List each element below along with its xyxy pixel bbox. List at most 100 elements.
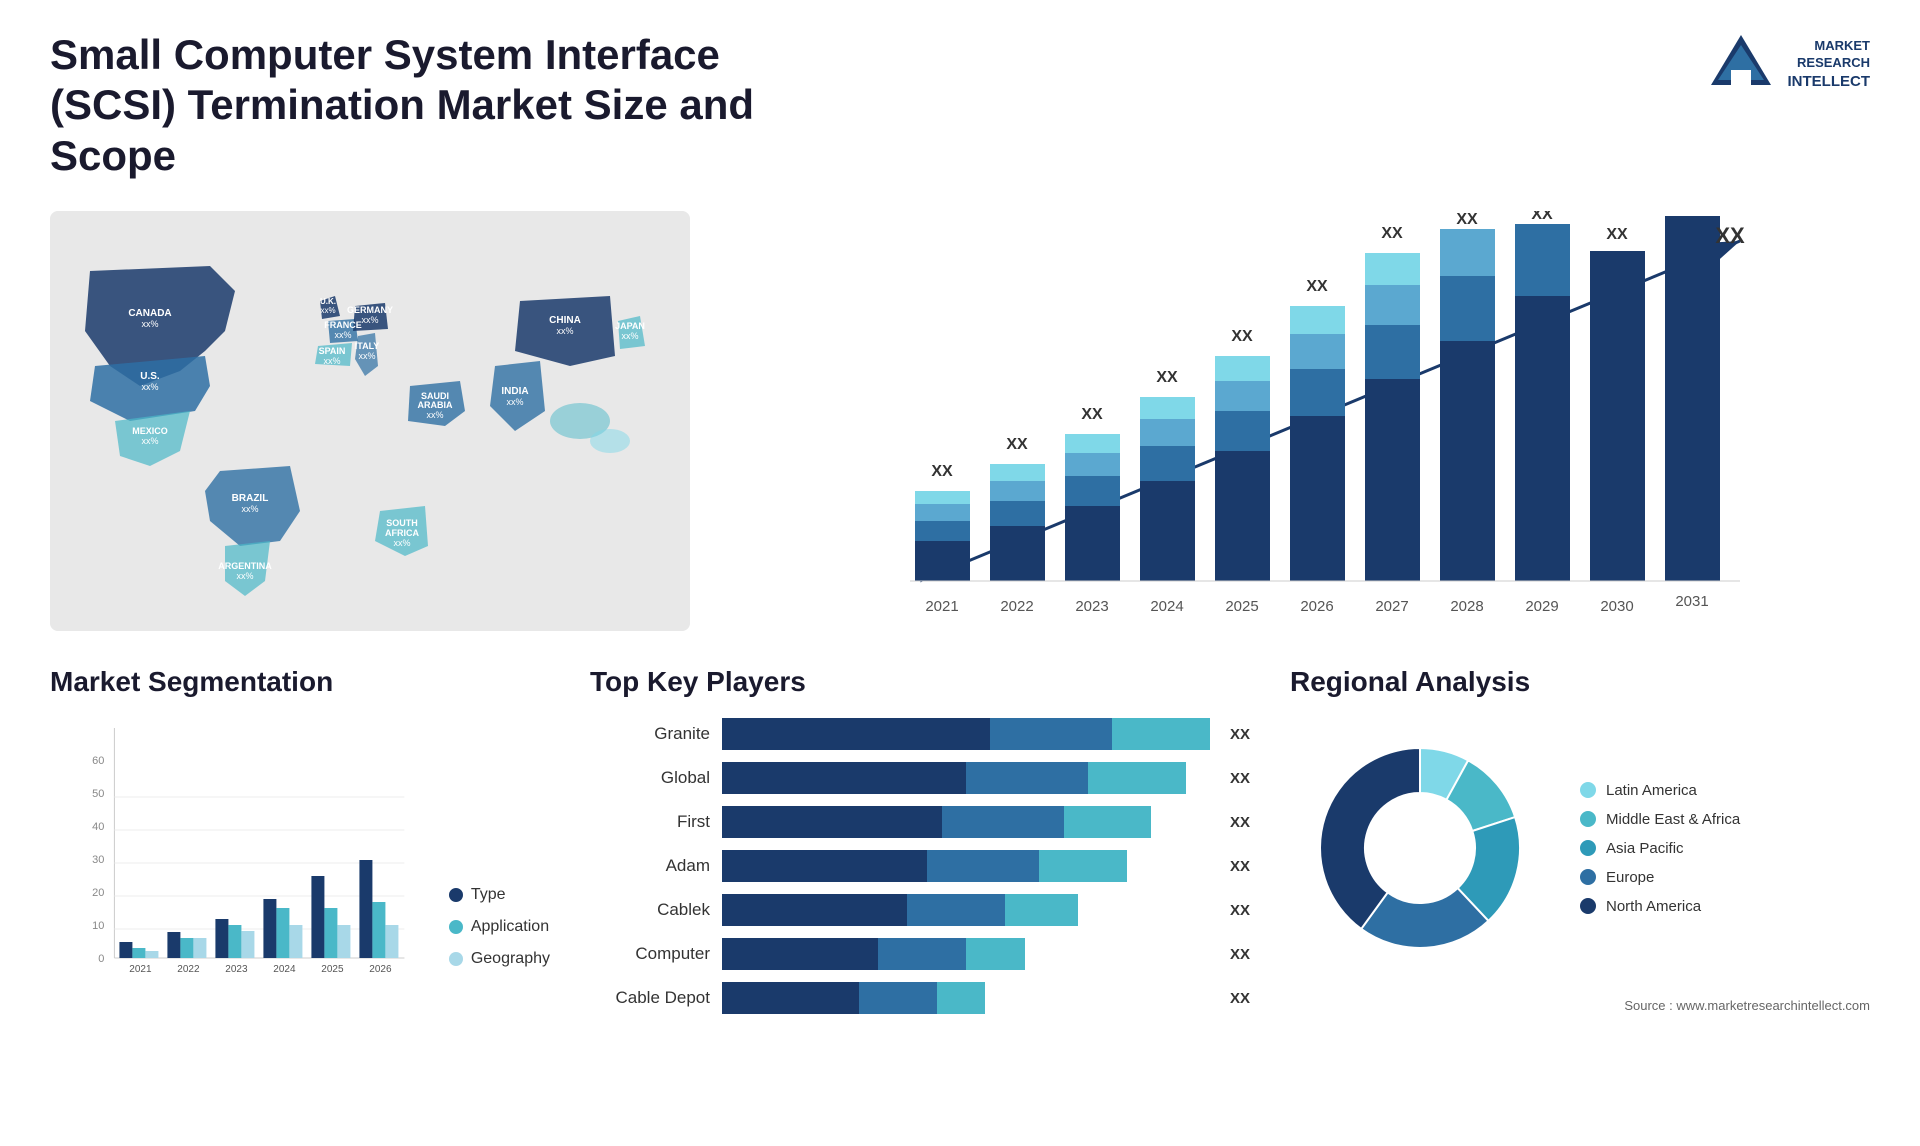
player-bar-container <box>722 850 1210 882</box>
player-bar-segment-2 <box>942 806 1064 838</box>
svg-text:2024: 2024 <box>1150 598 1183 615</box>
player-bar-segment-3 <box>1112 718 1210 750</box>
player-bar-container <box>722 806 1210 838</box>
svg-text:10: 10 <box>92 920 104 932</box>
player-bar-segment-3 <box>1005 894 1078 926</box>
svg-text:xx%: xx% <box>361 315 378 325</box>
player-bar-segment-1 <box>722 806 942 838</box>
content-grid: CANADA xx% U.S. xx% MEXICO xx% BRAZIL xx… <box>50 211 1870 1026</box>
svg-text:2022: 2022 <box>1000 598 1033 615</box>
svg-text:2026: 2026 <box>1300 598 1333 615</box>
svg-text:0: 0 <box>98 953 104 965</box>
svg-text:2022: 2022 <box>177 964 200 975</box>
player-value: XX <box>1230 770 1250 787</box>
bar-chart-section: XX 2021 XX 2022 XX 2023 <box>730 211 1870 636</box>
player-name: Adam <box>590 856 710 876</box>
legend-item: North America <box>1580 898 1740 915</box>
player-bar-segment-3 <box>1064 806 1152 838</box>
regional-legend: Latin AmericaMiddle East & AfricaAsia Pa… <box>1580 782 1740 915</box>
header: Small Computer System Interface (SCSI) T… <box>50 30 1870 181</box>
regional-title: Regional Analysis <box>1290 666 1870 698</box>
world-map-svg: CANADA xx% U.S. xx% MEXICO xx% BRAZIL xx… <box>50 211 690 631</box>
svg-text:xx%: xx% <box>358 351 375 361</box>
svg-text:XX: XX <box>1456 211 1478 228</box>
player-bar-segment-1 <box>722 762 966 794</box>
svg-text:2026: 2026 <box>369 964 392 975</box>
player-row: GlobalXX <box>590 762 1250 794</box>
svg-text:XX: XX <box>1306 278 1328 295</box>
legend-color-dot <box>1580 869 1596 885</box>
legend-color-dot <box>1580 811 1596 827</box>
player-bar-container <box>722 894 1210 926</box>
player-bar-segment-2 <box>990 718 1112 750</box>
svg-text:50: 50 <box>92 788 104 800</box>
svg-text:xx%: xx% <box>323 356 340 366</box>
svg-text:CANADA: CANADA <box>128 308 171 319</box>
svg-text:20: 20 <box>92 887 104 899</box>
player-row: Granite XX <box>590 718 1250 750</box>
svg-text:FRANCE: FRANCE <box>324 320 362 330</box>
svg-text:XX: XX <box>1381 225 1403 242</box>
source-line: Source : www.marketresearchintellect.com <box>1290 998 1870 1013</box>
svg-text:XX: XX <box>1006 436 1028 453</box>
logo-text: MARKET RESEARCH INTELLECT <box>1788 38 1871 91</box>
legend-item: Europe <box>1580 869 1740 886</box>
bar-chart-svg: XX 2021 XX 2022 XX 2023 <box>750 211 1870 631</box>
svg-text:XX: XX <box>1081 406 1103 423</box>
svg-text:xx%: xx% <box>334 330 351 340</box>
player-bar-segment-2 <box>859 982 937 1014</box>
legend-color-dot <box>1580 782 1596 798</box>
player-bar-container <box>722 718 1210 750</box>
player-name: First <box>590 812 710 832</box>
player-bar-segment-3 <box>966 938 1025 970</box>
svg-text:XX: XX <box>1715 223 1745 248</box>
logo-icon <box>1706 30 1776 100</box>
players-section: Top Key Players GraniteXXGlobalXXFirstXX… <box>590 666 1250 1026</box>
player-row: Cable DepotXX <box>590 982 1250 1014</box>
svg-text:xx%: xx% <box>426 410 443 420</box>
regional-section: Regional Analysis Latin AmericaMiddle Ea… <box>1290 666 1870 1026</box>
legend-color-dot <box>1580 840 1596 856</box>
player-bar-segment-3 <box>1088 762 1186 794</box>
svg-text:INDIA: INDIA <box>501 386 528 397</box>
svg-text:2023: 2023 <box>225 964 248 975</box>
segmentation-chart: 0 10 20 30 40 50 60 <box>50 718 429 998</box>
segmentation-title: Market Segmentation <box>50 666 550 698</box>
player-value: XX <box>1230 858 1250 875</box>
svg-text:ITALY: ITALY <box>355 341 380 351</box>
svg-text:AFRICA: AFRICA <box>385 528 419 538</box>
logo-area: MARKET RESEARCH INTELLECT <box>1706 30 1871 100</box>
svg-text:2023: 2023 <box>1075 598 1108 615</box>
svg-text:xx%: xx% <box>141 319 158 329</box>
legend-label: North America <box>1606 898 1701 915</box>
player-name: Granite <box>590 724 710 744</box>
players-list: GraniteXXGlobalXXFirstXXAdamXXCablekXXCo… <box>590 718 1250 1014</box>
svg-text:BRAZIL: BRAZIL <box>232 493 269 504</box>
player-bar-segment-3 <box>937 982 986 1014</box>
legend-label: Europe <box>1606 869 1654 886</box>
svg-text:30: 30 <box>92 854 104 866</box>
svg-text:ARGENTINA: ARGENTINA <box>218 561 272 571</box>
legend-color-dot <box>1580 898 1596 914</box>
legend-label: Middle East & Africa <box>1606 811 1740 828</box>
player-bar-segment-1 <box>722 982 859 1014</box>
legend-label: Asia Pacific <box>1606 840 1684 857</box>
svg-text:60: 60 <box>92 755 104 767</box>
player-bar-segment-1 <box>722 894 907 926</box>
legend-type: Type <box>471 886 506 904</box>
svg-text:U.S.: U.S. <box>140 371 160 382</box>
player-row: CablekXX <box>590 894 1250 926</box>
svg-text:xx%: xx% <box>393 538 410 548</box>
svg-text:2028: 2028 <box>1450 598 1483 615</box>
svg-text:40: 40 <box>92 821 104 833</box>
player-bar-segment-2 <box>927 850 1039 882</box>
player-value: XX <box>1230 726 1250 743</box>
player-value: XX <box>1230 814 1250 831</box>
donut-chart <box>1290 718 1550 978</box>
player-bar-segment-1 <box>722 938 878 970</box>
player-row: Adam XX <box>590 850 1250 882</box>
player-bar-container <box>722 762 1210 794</box>
svg-text:2027: 2027 <box>1375 598 1408 615</box>
svg-text:2030: 2030 <box>1600 598 1633 615</box>
player-bar-segment-1 <box>722 718 990 750</box>
